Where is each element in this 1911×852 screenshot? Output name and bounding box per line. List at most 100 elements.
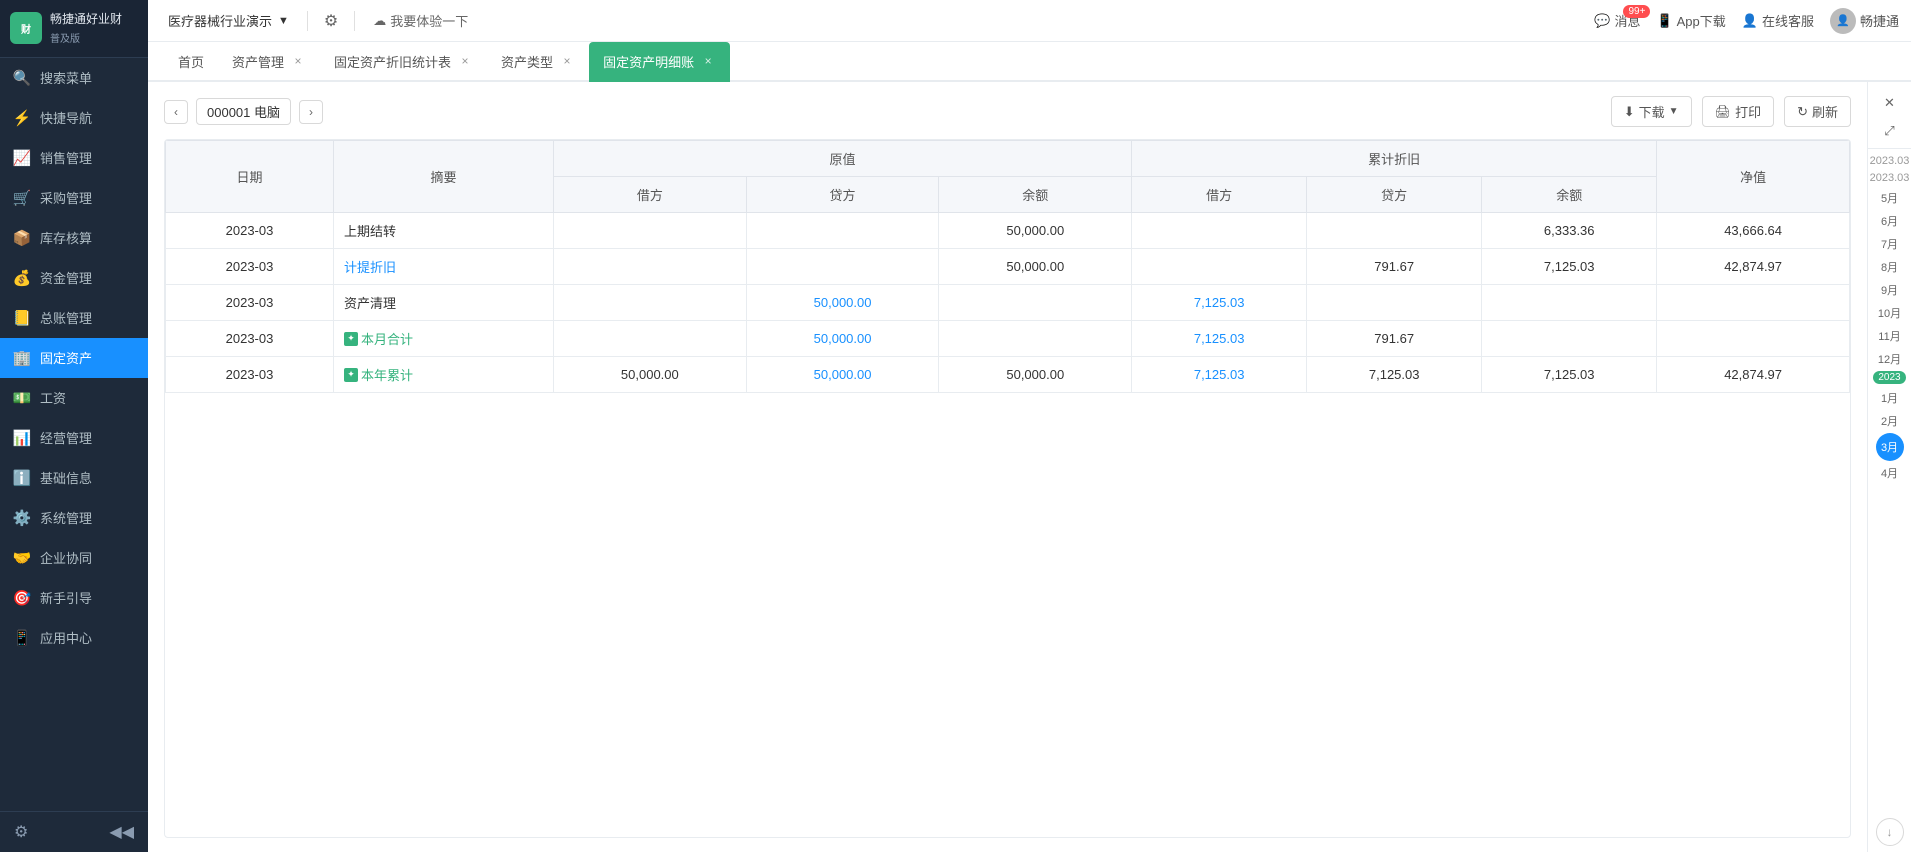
sidebar: 财 畅捷通好业财 普及版 🔍 搜索菜单 ⚡ 快捷导航 📈 销售管理 🛒 采购管理… (0, 0, 148, 852)
cell-accum-debit (1132, 249, 1307, 285)
settings-icon[interactable]: ⚙ (14, 822, 28, 842)
sidebar-item-operations[interactable]: 📊 经营管理 (0, 418, 148, 458)
tab-asset-mgmt[interactable]: 资产管理 × (218, 42, 320, 82)
app-download-btn[interactable]: 📱 App下载 (1656, 11, 1725, 30)
cell-accum-debit: 7,125.03 (1132, 285, 1307, 321)
sidebar-item-enterprise[interactable]: 🤝 企业协同 (0, 538, 148, 578)
print-button[interactable]: 🖨 打印 (1702, 96, 1775, 127)
sidebar-item-inventory[interactable]: 📦 库存核算 (0, 218, 148, 258)
sidebar-item-capital[interactable]: 💰 资金管理 (0, 258, 148, 298)
month-7[interactable]: 7月 (1872, 233, 1908, 255)
panel-close-button[interactable]: ✕ (1874, 90, 1906, 116)
table-row: 2023-03 ✦本月合计 50,000.00 7,125.03 791.67 (166, 321, 1850, 357)
tab-asset-detail[interactable]: 固定资产明细账 × (589, 42, 730, 82)
month-4[interactable]: 4月 (1872, 462, 1908, 484)
sidebar-item-label: 资金管理 (40, 268, 92, 287)
tab-depreciation-stat[interactable]: 固定资产折旧统计表 × (320, 42, 487, 82)
company-selector[interactable]: 医疗器械行业演示 ▼ (160, 7, 297, 34)
tab-home[interactable]: 首页 (164, 42, 218, 82)
user-avatar: 👤 (1830, 8, 1856, 34)
download-button[interactable]: ⬇ 下载 ▼ (1611, 96, 1692, 127)
sidebar-item-label: 新手引导 (40, 588, 92, 607)
cell-date: 2023-03 (166, 285, 334, 321)
toolbar-right: ⬇ 下载 ▼ 🖨 打印 ↻ 刷新 (1611, 96, 1851, 127)
month-6[interactable]: 6月 (1872, 210, 1908, 232)
cell-summary: 资产清理 (333, 285, 553, 321)
tabs-bar: 首页 资产管理 × 固定资产折旧统计表 × 资产类型 × 固定资产明细账 × (148, 42, 1911, 82)
right-panel: ✕ ⤢ 2023.03 2023.03 5月 6月 7月 8月 9月 10月 1… (1867, 82, 1911, 852)
sidebar-item-purchase[interactable]: 🛒 采购管理 (0, 178, 148, 218)
download-label: 下载 (1639, 102, 1665, 121)
content-area: ‹ 000001 电脑 › ⬇ 下载 ▼ 🖨 打印 ↻ (148, 82, 1911, 852)
tab-asset-detail-close[interactable]: × (700, 53, 716, 69)
table-row: 2023-03 资产清理 50,000.00 7,125.03 (166, 285, 1850, 321)
cell-orig-debit (553, 285, 746, 321)
cell-orig-balance: 50,000.00 (939, 213, 1132, 249)
tab-asset-type[interactable]: 资产类型 × (487, 42, 589, 82)
toolbar-left: ‹ 000001 电脑 › (164, 98, 323, 125)
logo-text-wrap: 畅捷通好业财 普及版 (50, 12, 122, 45)
payroll-icon: 💵 (12, 388, 32, 408)
cell-orig-balance (939, 321, 1132, 357)
month-10[interactable]: 10月 (1872, 302, 1908, 324)
cell-summary: 上期结转 (333, 213, 553, 249)
tab-asset-type-close[interactable]: × (559, 53, 575, 69)
cell-summary: ✦本月合计 (333, 321, 553, 357)
month-11[interactable]: 11月 (1872, 325, 1908, 347)
sales-icon: 📈 (12, 148, 32, 168)
cell-orig-balance (939, 285, 1132, 321)
experience-icon: ☁ (373, 13, 386, 29)
sidebar-item-label: 采购管理 (40, 188, 92, 207)
sidebar-item-label: 应用中心 (40, 628, 92, 647)
experience-button[interactable]: ☁ 我要体验一下 (365, 7, 476, 34)
month-1[interactable]: 1月 (1872, 387, 1908, 409)
tab-asset-mgmt-close[interactable]: × (290, 53, 306, 69)
customer-service-btn[interactable]: 👤 在线客服 (1742, 11, 1814, 30)
cell-orig-credit: 50,000.00 (746, 357, 939, 393)
sidebar-item-app-center[interactable]: 📱 应用中心 (0, 618, 148, 658)
main-area: 医疗器械行业演示 ▼ ⚙ ☁ 我要体验一下 💬 消息 99+ 📱 App下载 👤… (148, 0, 1911, 852)
th-accumulated-depreciation: 累计折旧 (1132, 141, 1657, 177)
user-area[interactable]: 👤 畅捷通 (1830, 8, 1899, 34)
app-logo: 财 畅捷通好业财 普及版 (0, 0, 148, 58)
messages-btn[interactable]: 💬 消息 99+ (1594, 11, 1640, 30)
data-table-wrap: 日期 摘要 原值 累计折旧 净值 借方 贷方 余额 借方 贷方 余额 (164, 139, 1851, 838)
tab-asset-mgmt-label: 资产管理 (232, 52, 284, 71)
sidebar-item-quick-nav[interactable]: ⚡ 快捷导航 (0, 98, 148, 138)
cell-date: 2023-03 (166, 321, 334, 357)
month-8[interactable]: 8月 (1872, 256, 1908, 278)
prev-asset-button[interactable]: ‹ (164, 100, 188, 124)
sidebar-item-payroll[interactable]: 💵 工资 (0, 378, 148, 418)
sidebar-item-search[interactable]: 🔍 搜索菜单 (0, 58, 148, 98)
nav-divider-2 (354, 11, 355, 31)
next-asset-button[interactable]: › (299, 100, 323, 124)
tab-depreciation-stat-close[interactable]: × (457, 53, 473, 69)
sidebar-item-sales[interactable]: 📈 销售管理 (0, 138, 148, 178)
cell-orig-debit (553, 321, 746, 357)
th-accum-debit: 借方 (1132, 177, 1307, 213)
month-5[interactable]: 5月 (1872, 187, 1908, 209)
th-date: 日期 (166, 141, 334, 213)
basic-info-icon: ℹ️ (12, 468, 32, 488)
sidebar-item-system[interactable]: ⚙️ 系统管理 (0, 498, 148, 538)
sidebar-item-guide[interactable]: 🎯 新手引导 (0, 578, 148, 618)
month-2[interactable]: 2月 (1872, 410, 1908, 432)
collapse-icon[interactable]: ◀◀ (109, 822, 134, 842)
sidebar-item-general-ledger[interactable]: 📒 总账管理 (0, 298, 148, 338)
cell-accum-balance (1482, 285, 1657, 321)
sidebar-item-basic-info[interactable]: ℹ️ 基础信息 (0, 458, 148, 498)
sidebar-item-fixed-assets[interactable]: 🏢 固定资产 (0, 338, 148, 378)
scroll-down-button[interactable]: ↓ (1876, 818, 1904, 846)
table-row: 2023-03 计提折旧 50,000.00 791.67 7,125.03 4… (166, 249, 1850, 285)
month-12[interactable]: 12月 (1872, 348, 1908, 370)
refresh-button[interactable]: ↻ 刷新 (1784, 96, 1851, 127)
month-9[interactable]: 9月 (1872, 279, 1908, 301)
month-3-active[interactable]: 3月 (1876, 433, 1904, 461)
settings-gear-icon[interactable]: ⚙ (318, 7, 344, 35)
top-nav: 医疗器械行业演示 ▼ ⚙ ☁ 我要体验一下 💬 消息 99+ 📱 App下载 👤… (148, 0, 1911, 42)
cell-net-value (1657, 321, 1850, 357)
cell-accum-balance: 7,125.03 (1482, 249, 1657, 285)
search-icon: 🔍 (12, 68, 32, 88)
cell-accum-balance (1482, 321, 1657, 357)
panel-expand-button[interactable]: ⤢ (1874, 118, 1906, 144)
